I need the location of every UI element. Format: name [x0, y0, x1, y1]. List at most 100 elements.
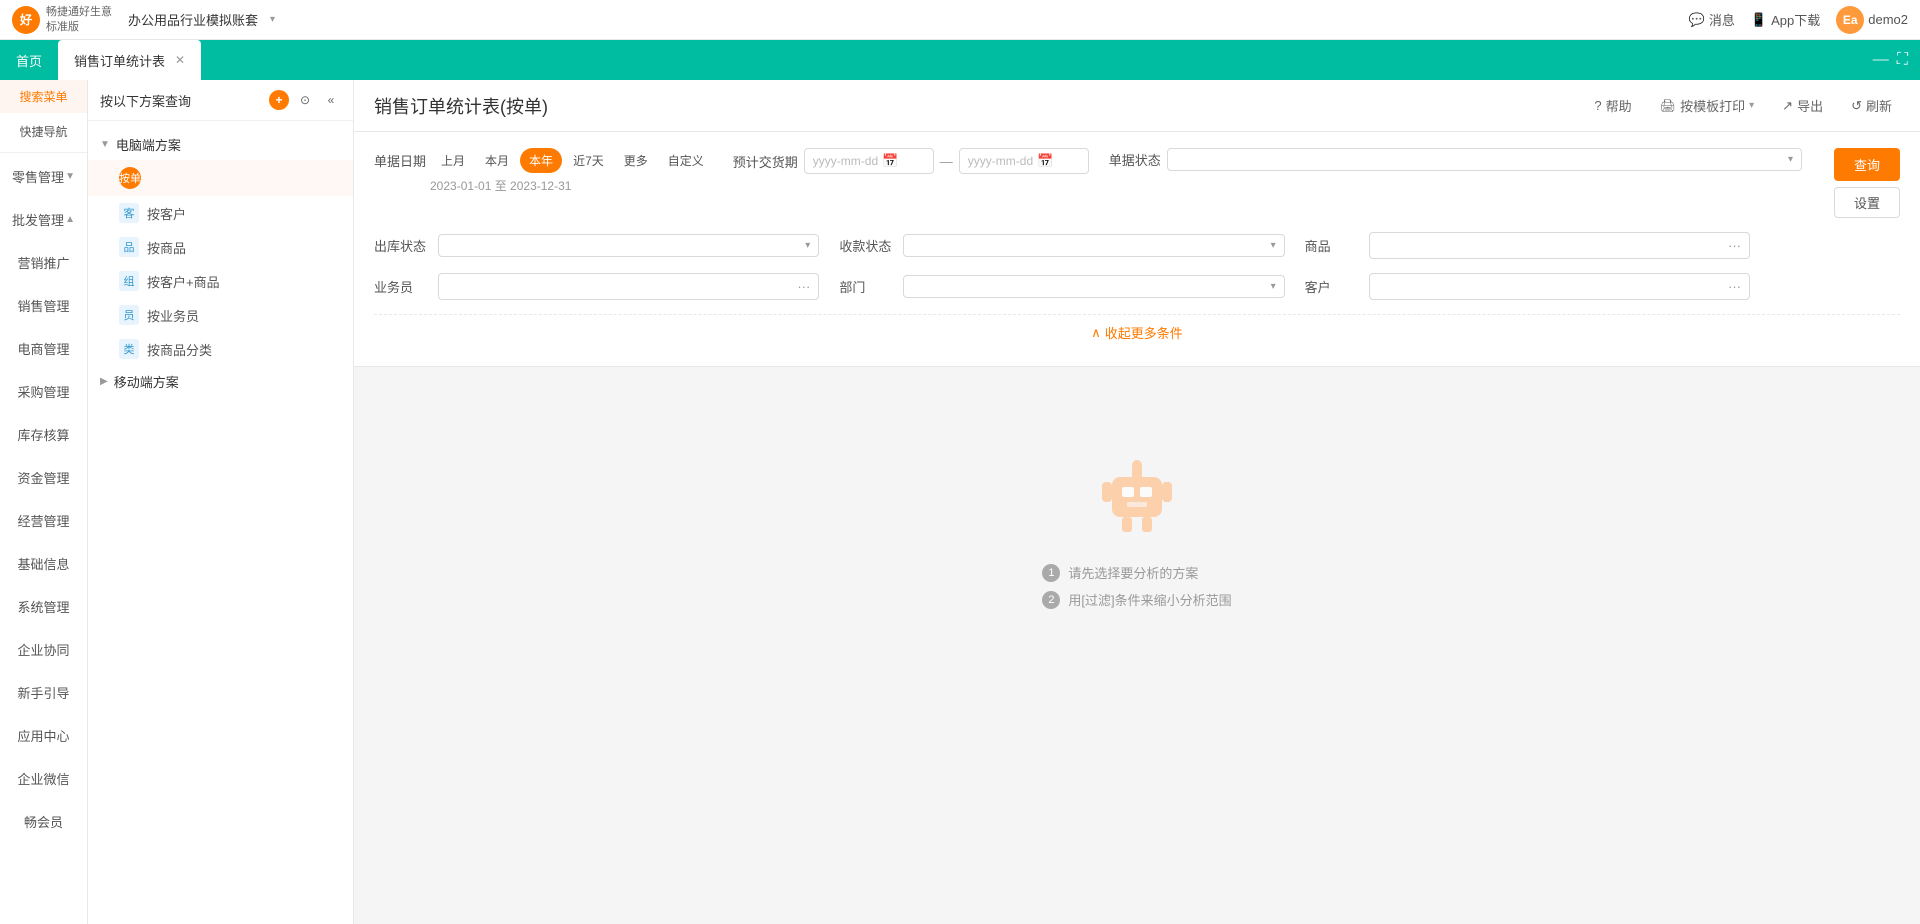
export-btn[interactable]: ↗ 导出: [1774, 92, 1831, 119]
expected-date-end-placeholder: yyyy-mm-dd: [968, 154, 1033, 168]
sidebar-item-system[interactable]: 系统管理: [0, 585, 87, 628]
logo-icon: 好: [12, 6, 40, 34]
tip-1-text: 请先选择要分析的方案: [1068, 563, 1198, 582]
page-header: 销售订单统计表(按单) ? 帮助 🖨 按模板打印 ▾ ↗ 导出: [354, 80, 1920, 132]
tab-home[interactable]: 首页: [0, 40, 58, 80]
query-btn[interactable]: 查询: [1834, 148, 1900, 181]
message-btn[interactable]: 💬 消息: [1689, 10, 1735, 29]
query-btns: 查询 设置: [1834, 148, 1900, 218]
tab-bar: 首页 销售订单统计表 ✕ — ⛶: [0, 40, 1920, 80]
sidebar-item-marketing[interactable]: 营销推广: [0, 241, 87, 284]
tree-item-by-salesperson-icon: 员: [119, 305, 139, 325]
sidebar-item-operations[interactable]: 经营管理: [0, 499, 87, 542]
sidebar-purchase-label: 采购管理: [17, 382, 69, 401]
sidebar-enterprise-label: 企业协同: [17, 640, 69, 659]
scheme-settings-btn[interactable]: ⊙: [295, 90, 315, 110]
logo-text: 畅捷通好生意 标准版: [46, 5, 112, 34]
receipt-status-select[interactable]: ▾: [903, 234, 1284, 257]
help-btn[interactable]: ? 帮助: [1586, 92, 1639, 119]
sidebar-item-inventory[interactable]: 库存核算: [0, 413, 87, 456]
date-label: 单据日期: [374, 151, 426, 170]
this-month-btn[interactable]: 本月: [476, 148, 518, 173]
settings-btn[interactable]: 设置: [1834, 187, 1900, 218]
sidebar-quick-nav[interactable]: 快捷导航: [0, 113, 87, 150]
tree-mobile-label: 移动端方案: [114, 372, 179, 391]
tree-group-pc-header[interactable]: ▼ 电脑端方案: [88, 129, 353, 160]
sidebar-wholesale-label: 批发管理: [12, 210, 64, 229]
more-btn[interactable]: 更多: [615, 148, 657, 173]
expected-date-end[interactable]: yyyy-mm-dd 📅: [959, 148, 1089, 174]
dept-select[interactable]: ▾: [903, 275, 1284, 298]
salesperson-select[interactable]: ···: [438, 273, 819, 300]
sidebar-item-vip[interactable]: 畅会员: [0, 800, 87, 843]
template-print-btn[interactable]: 🖨 按模板打印 ▾: [1652, 92, 1763, 119]
sidebar-operations-label: 经营管理: [17, 511, 69, 530]
custom-btn[interactable]: 自定义: [659, 148, 713, 173]
user-menu-btn[interactable]: Ea demo2: [1836, 6, 1908, 34]
sidebar-item-finance[interactable]: 资金管理: [0, 456, 87, 499]
page-title: 销售订单统计表(按单): [374, 93, 548, 119]
tree-item-by-cp-icon: 组: [119, 271, 139, 291]
sidebar-inventory-label: 库存核算: [17, 425, 69, 444]
sidebar-sales-label: 销售管理: [17, 296, 69, 315]
last-7-btn[interactable]: 近7天: [564, 148, 613, 173]
prev-month-btn[interactable]: 上月: [432, 148, 474, 173]
customer-dots[interactable]: ···: [1728, 279, 1741, 294]
filter-salesperson: 业务员 ···: [374, 273, 819, 300]
sidebar-item-wechat[interactable]: 企业微信: [0, 757, 87, 800]
tree-group-mobile-header[interactable]: ▶ 移动端方案: [88, 366, 353, 397]
tab-expand-icon[interactable]: ⛶: [1897, 51, 1908, 69]
status-label: 单据状态: [1109, 150, 1161, 169]
salesperson-dots[interactable]: ···: [797, 279, 810, 294]
refresh-btn[interactable]: ↺ 刷新: [1843, 92, 1900, 119]
tab-close-icon[interactable]: ✕: [175, 53, 185, 67]
sidebar-item-ecommerce[interactable]: 电商管理: [0, 327, 87, 370]
tree-item-by-customer-icon: 客: [119, 203, 139, 223]
tree-item-by-salesperson-label: 按业务员: [147, 306, 199, 325]
tree-group-pc: ▼ 电脑端方案 按单 客 按客户 品 按商品: [88, 129, 353, 366]
filter-row-2: 出库状态 ▾ 收款状态 ▾ 商品: [374, 232, 1900, 259]
product-select[interactable]: ···: [1369, 232, 1750, 259]
sidebar-item-basic[interactable]: 基础信息: [0, 542, 87, 585]
product-dots[interactable]: ···: [1728, 238, 1741, 253]
filter-row-3: 业务员 ··· 部门 ▾ 客户: [374, 273, 1900, 300]
expected-date-label: 预计交货期: [733, 152, 798, 171]
tree-item-by-product[interactable]: 品 按商品: [88, 230, 353, 264]
scheme-panel: 按以下方案查询 + ⊙ « ▼ 电脑端方案 按单: [88, 80, 354, 924]
help-label: 帮助: [1606, 96, 1632, 115]
tree-item-by-product-category[interactable]: 类 按商品分类: [88, 332, 353, 366]
date-range-info: 2023-01-01 至 2023-12-31: [374, 177, 713, 194]
collapse-more-btn[interactable]: ∧ 收起更多条件: [374, 314, 1900, 350]
scheme-collapse-btn[interactable]: «: [321, 90, 341, 110]
sidebar-finance-label: 资金管理: [17, 468, 69, 487]
sidebar-item-purchase[interactable]: 采购管理: [0, 370, 87, 413]
tree-item-by-customer-label: 按客户: [147, 204, 186, 223]
this-year-btn[interactable]: 本年: [520, 148, 562, 173]
app-title-dropdown[interactable]: ▾: [270, 14, 275, 25]
tree-item-by-salesperson[interactable]: 员 按业务员: [88, 298, 353, 332]
sidebar-newuser-label: 新手引导: [17, 683, 69, 702]
tree-item-by-order[interactable]: 按单: [88, 160, 353, 196]
tree-pc-label: 电脑端方案: [116, 135, 181, 154]
tab-minimize-icon[interactable]: —: [1873, 51, 1889, 69]
sidebar-search-menu[interactable]: 搜索菜单: [0, 80, 87, 113]
tab-sales-order-stats[interactable]: 销售订单统计表 ✕: [58, 40, 201, 80]
ship-status-select[interactable]: ▾: [438, 234, 819, 257]
receipt-status-arrow: ▾: [1271, 240, 1276, 251]
tree-item-by-cat-label: 按商品分类: [147, 340, 212, 359]
tree-item-by-customer[interactable]: 客 按客户: [88, 196, 353, 230]
print-icon: 🖨: [1660, 98, 1677, 114]
expected-date-start[interactable]: yyyy-mm-dd 📅: [804, 148, 934, 174]
sidebar-item-enterprise[interactable]: 企业协同: [0, 628, 87, 671]
sidebar-item-wholesale[interactable]: 批发管理 ▲: [0, 198, 87, 241]
empty-tips: 1 请先选择要分析的方案 2 用[过滤]条件来缩小分析范围: [1042, 563, 1231, 609]
app-download-btn[interactable]: 📱 App下载: [1751, 10, 1820, 29]
customer-select[interactable]: ···: [1369, 273, 1750, 300]
sidebar-item-newuser[interactable]: 新手引导: [0, 671, 87, 714]
sidebar-item-sales[interactable]: 销售管理: [0, 284, 87, 327]
sidebar-item-retail[interactable]: 零售管理 ▼: [0, 155, 87, 198]
status-select[interactable]: ▾: [1167, 148, 1802, 171]
sidebar-item-appcenter[interactable]: 应用中心: [0, 714, 87, 757]
tree-item-by-customer-product[interactable]: 组 按客户+商品: [88, 264, 353, 298]
scheme-add-btn[interactable]: +: [269, 90, 289, 110]
